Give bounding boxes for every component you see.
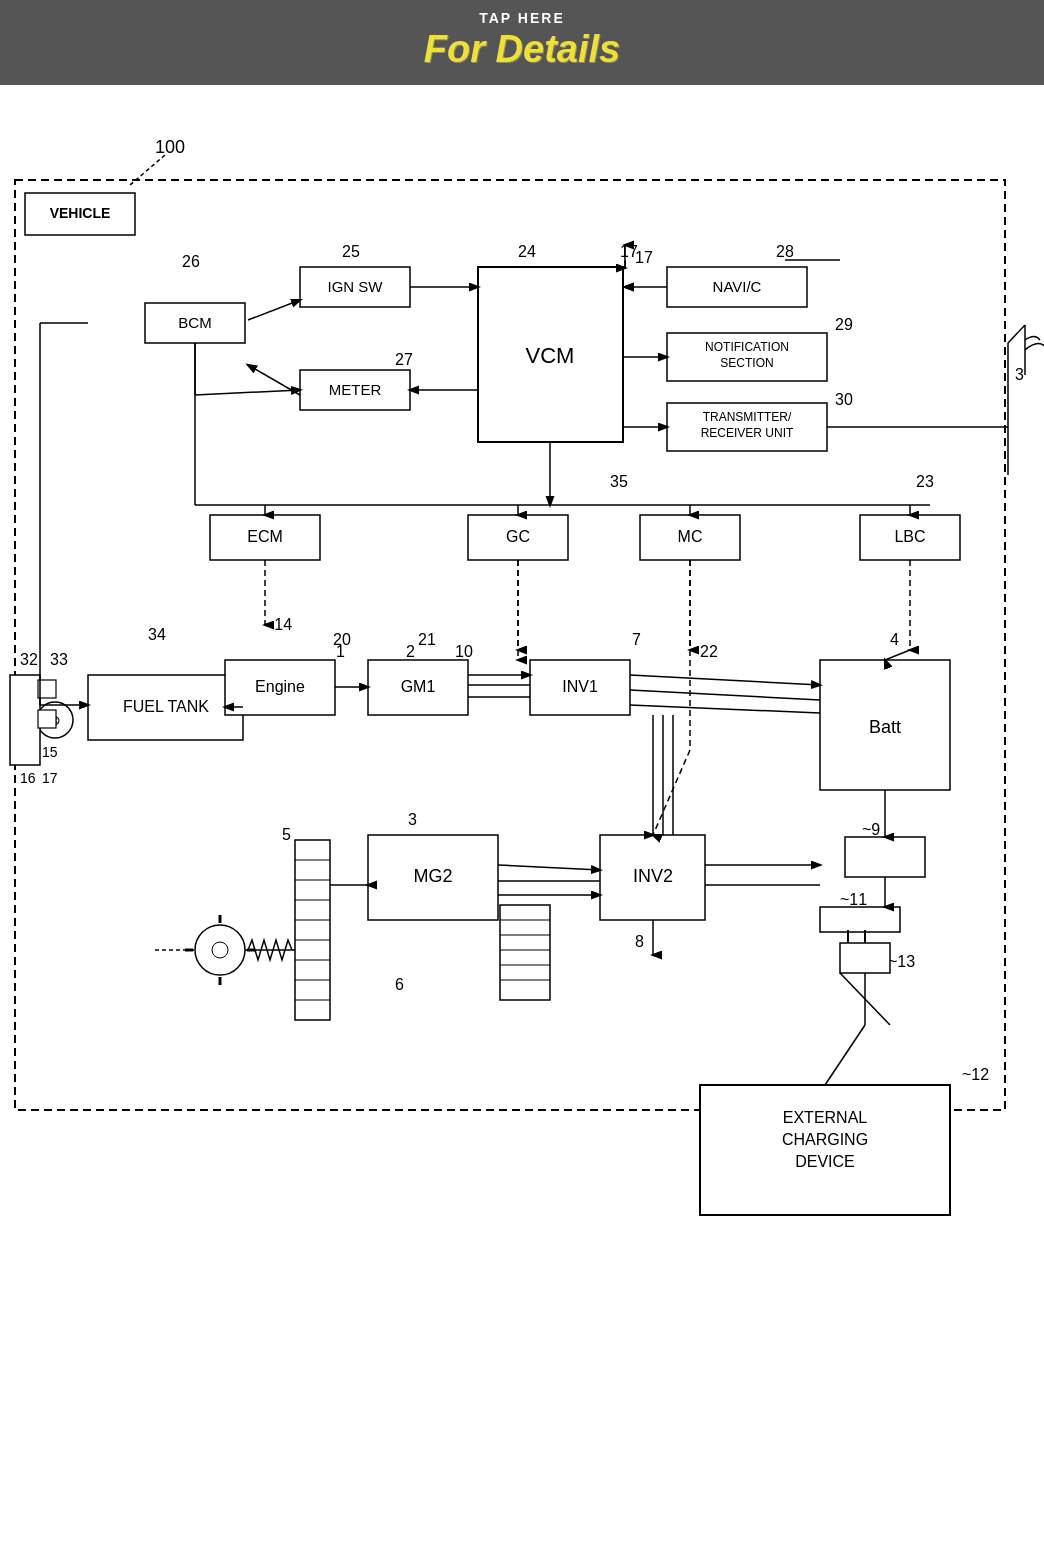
- svg-rect-129: [500, 905, 550, 1000]
- svg-rect-72: [10, 675, 40, 765]
- svg-text:VCM: VCM: [526, 343, 575, 368]
- svg-text:16: 16: [20, 770, 36, 786]
- svg-text:DEVICE: DEVICE: [795, 1153, 855, 1170]
- svg-text:GC: GC: [506, 528, 530, 545]
- svg-text:8: 8: [635, 933, 644, 950]
- svg-text:27: 27: [395, 351, 413, 368]
- svg-text:25: 25: [342, 243, 360, 260]
- svg-text:3: 3: [1015, 366, 1024, 383]
- svg-text:MG2: MG2: [413, 866, 452, 886]
- svg-text:EXTERNAL: EXTERNAL: [783, 1109, 868, 1126]
- svg-text:~12: ~12: [962, 1066, 989, 1083]
- svg-text:CHARGING: CHARGING: [782, 1131, 868, 1148]
- svg-text:26: 26: [182, 253, 200, 270]
- svg-text:34: 34: [148, 626, 166, 643]
- svg-text:SECTION: SECTION: [720, 356, 773, 370]
- svg-text:22: 22: [700, 643, 718, 660]
- svg-text:VEHICLE: VEHICLE: [50, 205, 111, 221]
- svg-text:RECEIVER UNIT: RECEIVER UNIT: [701, 426, 794, 440]
- svg-text:Engine: Engine: [255, 678, 305, 695]
- svg-text:MC: MC: [678, 528, 703, 545]
- svg-text:2: 2: [406, 643, 415, 660]
- svg-text:GM1: GM1: [401, 678, 436, 695]
- svg-text:INV2: INV2: [633, 866, 673, 886]
- svg-text:TRANSMITTER/: TRANSMITTER/: [703, 410, 792, 424]
- svg-text:NOTIFICATION: NOTIFICATION: [705, 340, 789, 354]
- svg-text:24: 24: [518, 243, 536, 260]
- svg-text:30: 30: [835, 391, 853, 408]
- svg-text:~11: ~11: [840, 891, 867, 908]
- svg-text:15: 15: [42, 744, 58, 760]
- header-bar[interactable]: TAP HERE For Details: [0, 0, 1044, 85]
- svg-text:100: 100: [155, 137, 185, 157]
- svg-rect-159: [700, 1085, 950, 1215]
- svg-text:IGN SW: IGN SW: [328, 278, 384, 295]
- svg-text:7: 7: [632, 631, 641, 648]
- svg-text:23: 23: [916, 473, 934, 490]
- svg-text:32: 32: [20, 651, 38, 668]
- for-details-label: For Details: [0, 28, 1044, 71]
- svg-rect-74: [38, 710, 56, 728]
- svg-text:21: 21: [418, 631, 436, 648]
- svg-rect-154: [840, 943, 890, 973]
- svg-text:~13: ~13: [888, 953, 915, 970]
- svg-text:10: 10: [455, 643, 473, 660]
- svg-text:LBC: LBC: [894, 528, 925, 545]
- svg-text:28: 28: [776, 243, 794, 260]
- svg-text:35: 35: [610, 473, 628, 490]
- svg-text:3: 3: [408, 811, 417, 828]
- svg-text:~9: ~9: [862, 821, 880, 838]
- svg-text:METER: METER: [329, 381, 382, 398]
- svg-text:33: 33: [50, 651, 68, 668]
- diagram-area: 100 VEHICLE 26 BCM 25 IGN SW 24 VCM 17 2…: [0, 85, 1044, 1545]
- svg-text:FUEL TANK: FUEL TANK: [123, 698, 209, 715]
- tap-here-label: TAP HERE: [0, 10, 1044, 26]
- svg-text:17: 17: [42, 770, 58, 786]
- svg-text:INV1: INV1: [562, 678, 598, 695]
- svg-text:29: 29: [835, 316, 853, 333]
- svg-text:Batt: Batt: [869, 717, 901, 737]
- svg-text:NAVI/C: NAVI/C: [713, 278, 762, 295]
- svg-rect-151: [820, 907, 900, 932]
- svg-text:~14: ~14: [265, 616, 292, 633]
- svg-text:4: 4: [890, 631, 899, 648]
- svg-text:ECM: ECM: [247, 528, 283, 545]
- svg-text:BCM: BCM: [178, 314, 211, 331]
- svg-text:6: 6: [395, 976, 404, 993]
- svg-text:5: 5: [282, 826, 291, 843]
- svg-rect-112: [295, 840, 330, 1020]
- svg-rect-148: [845, 837, 925, 877]
- svg-point-122: [212, 942, 228, 958]
- svg-text:1: 1: [336, 643, 345, 660]
- svg-text:17: 17: [635, 249, 653, 266]
